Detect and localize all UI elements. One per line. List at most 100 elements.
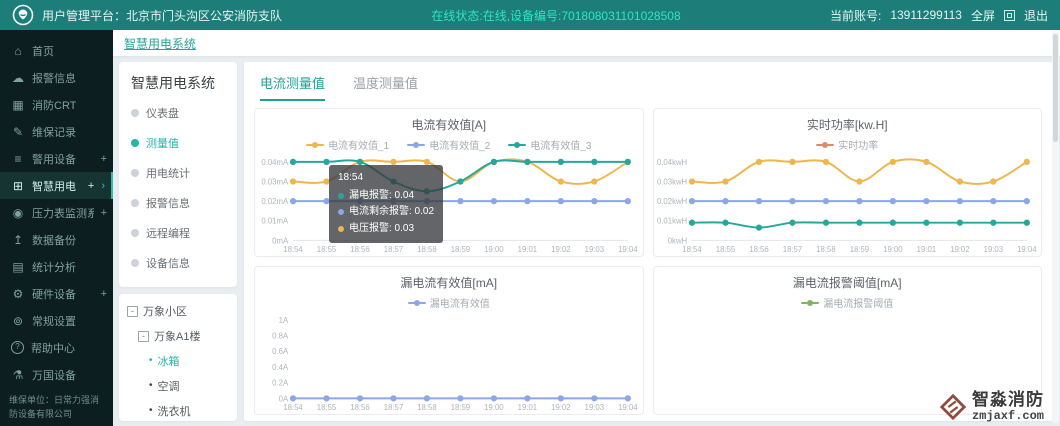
legend-label: 电流有效值_1 bbox=[328, 137, 389, 152]
tree-collapse-icon[interactable]: - bbox=[138, 331, 149, 342]
submenu-item-device-info[interactable]: 设备信息 bbox=[131, 255, 229, 271]
svg-text:18:55: 18:55 bbox=[317, 403, 337, 412]
radio-dot-icon bbox=[131, 199, 139, 207]
sidebar-item-label: 报警信息 bbox=[32, 70, 76, 86]
submenu-item-label: 报警信息 bbox=[146, 195, 190, 211]
bullet-icon: • bbox=[149, 356, 153, 366]
tree-node[interactable]: •冰箱 bbox=[125, 353, 231, 369]
fullscreen-icon[interactable] bbox=[1004, 10, 1015, 21]
svg-text:19:02: 19:02 bbox=[950, 245, 969, 254]
svg-text:0.02kwH: 0.02kwH bbox=[657, 197, 687, 206]
svg-text:18:55: 18:55 bbox=[715, 245, 735, 254]
sidebar-item-maintenance-records[interactable]: ✎维保记录 bbox=[0, 118, 113, 145]
tree-node[interactable]: •空调 bbox=[125, 378, 231, 394]
svg-text:19:03: 19:03 bbox=[585, 403, 604, 412]
sidebar-item-statistics[interactable]: ▤统计分析 bbox=[0, 253, 113, 280]
submenu-item-measurements[interactable]: 测量值 bbox=[131, 135, 229, 151]
sidebar-item-wanguo-devices[interactable]: ⚗ 万国设备 bbox=[0, 361, 113, 388]
tab-current[interactable]: 电流测量值 bbox=[260, 73, 325, 101]
svg-text:19:04: 19:04 bbox=[1017, 245, 1037, 254]
svg-text:18:54: 18:54 bbox=[283, 245, 303, 254]
sidebar-item-label: 万国设备 bbox=[32, 367, 76, 383]
module-menu-card: 智慧用电系统 仪表盘测量值用电统计报警信息远程编程设备信息 bbox=[119, 62, 237, 287]
chart-plot: 0mA0.01mA0.02mA0.03mA0.04mA18:5418:5518:… bbox=[258, 154, 640, 257]
bullet-icon: • bbox=[149, 406, 153, 416]
svg-text:18:57: 18:57 bbox=[384, 403, 403, 412]
legend-label: 实时功率 bbox=[838, 137, 878, 152]
legend-label: 漏电流报警阈值 bbox=[823, 295, 893, 310]
maintenance-record-icon: ✎ bbox=[11, 125, 25, 139]
smart-power-icon: ⊞ bbox=[11, 179, 25, 193]
svg-text:18:59: 18:59 bbox=[451, 245, 470, 254]
svg-text:0.01mA: 0.01mA bbox=[261, 217, 289, 226]
scrollbar-thumb[interactable] bbox=[1053, 34, 1058, 142]
submenu-item-power-stats[interactable]: 用电统计 bbox=[131, 165, 229, 181]
expand-plus-icon: + bbox=[88, 180, 94, 192]
tree-node[interactable]: -万象小区 bbox=[125, 303, 231, 319]
sidebar-item-home[interactable]: ⌂首页 bbox=[0, 37, 113, 64]
legend-marker-icon bbox=[801, 302, 819, 304]
sidebar-item-pressure-monitor[interactable]: ◉压力表监测系统+ bbox=[0, 199, 113, 226]
watermark-logo-icon bbox=[939, 393, 967, 421]
submenu-item-alarm-info[interactable]: 报警信息 bbox=[131, 195, 229, 211]
sidebar-item-alarm-info[interactable]: ☁ 报警信息 bbox=[0, 64, 113, 91]
legend-item[interactable]: 漏电流有效值 bbox=[408, 295, 490, 310]
svg-text:0kwH: 0kwH bbox=[667, 236, 686, 245]
legend-item[interactable]: 电流有效值_1 bbox=[306, 137, 389, 152]
svg-text:19:01: 19:01 bbox=[916, 245, 935, 254]
svg-text:19:04: 19:04 bbox=[618, 245, 638, 254]
submenu-item-remote-program[interactable]: 远程编程 bbox=[131, 225, 229, 241]
chart-title: 电流有效值[A] bbox=[258, 116, 640, 133]
breadcrumb[interactable]: 智慧用电系统 bbox=[124, 35, 196, 52]
main-panel: 电流测量值温度测量值 电流有效值[A] 电流有效值_1 电流有效值_2 电流有效值_3… bbox=[244, 62, 1052, 421]
bullet-icon: • bbox=[149, 381, 153, 391]
sidebar-item-label: 消防CRT bbox=[32, 97, 76, 113]
svg-text:0.04mA: 0.04mA bbox=[261, 158, 289, 167]
submenu-item-label: 用电统计 bbox=[146, 165, 190, 181]
sidebar-item-help-center[interactable]: ?帮助中心 bbox=[0, 334, 113, 361]
panel-title: 智慧用电系统 bbox=[131, 73, 229, 93]
statistics-doc-icon: ▤ bbox=[11, 260, 25, 274]
pressure-gauge-icon: ◉ bbox=[11, 206, 25, 220]
tree-node[interactable]: •洗衣机 bbox=[125, 403, 231, 419]
chart-card-2: 实时功率[kw.H]实时功率0kwH0.01kwH0.02kwH0.03kwH0… bbox=[653, 108, 1043, 257]
sidebar-item-data-backup[interactable]: ↥数据备份 bbox=[0, 226, 113, 253]
tab-temperature[interactable]: 温度测量值 bbox=[353, 73, 418, 101]
alarm-cloud-icon: ☁ bbox=[11, 71, 25, 85]
sidebar-item-label: 警用设备 bbox=[32, 151, 76, 167]
secondary-sidebar: 智慧用电系统 仪表盘测量值用电统计报警信息远程编程设备信息 -万象小区-万象A1… bbox=[119, 62, 237, 421]
chart-card-3: 漏电流有效值[mA]漏电流有效值0A0.2A0.4A0.6A0.8A1A18:5… bbox=[254, 266, 644, 415]
svg-text:19:00: 19:00 bbox=[484, 245, 504, 254]
vertical-scrollbar[interactable] bbox=[1052, 31, 1059, 423]
sidebar-item-label: 压力表监测系统 bbox=[32, 205, 94, 221]
chart-card-1: 电流有效值[A] 电流有效值_1 电流有效值_2 电流有效值_3 0mA 0.01mA 0.… bbox=[254, 108, 644, 257]
svg-text:18:58: 18:58 bbox=[816, 245, 835, 254]
tree-node-label: 万象A1楼 bbox=[154, 328, 200, 344]
legend-item[interactable]: 实时功率 bbox=[816, 137, 878, 152]
submenu-item-label: 测量值 bbox=[146, 135, 179, 151]
svg-text:18:58: 18:58 bbox=[417, 403, 436, 412]
sidebar-item-general-settings[interactable]: ⊚常规设置 bbox=[0, 307, 113, 334]
legend-item[interactable]: 电流有效值_2 bbox=[407, 137, 490, 152]
legend-label: 电流有效值_3 bbox=[530, 137, 591, 152]
legend-item[interactable]: 电流有效值_3 bbox=[508, 137, 591, 152]
legend-label: 电流有效值_2 bbox=[429, 137, 490, 152]
fullscreen-button[interactable]: 全屏 bbox=[971, 7, 995, 24]
sidebar-item-label: 硬件设备 bbox=[32, 286, 76, 302]
sidebar-item-police-devices[interactable]: ≡警用设备+ bbox=[0, 145, 113, 172]
svg-text:19:02: 19:02 bbox=[551, 403, 570, 412]
svg-text:0mA: 0mA bbox=[272, 236, 289, 245]
flask-icon: ⚗ bbox=[11, 368, 25, 382]
sidebar-item-label: 帮助中心 bbox=[31, 340, 75, 356]
submenu-item-dashboard[interactable]: 仪表盘 bbox=[131, 105, 229, 121]
sidebar-item-smart-power[interactable]: ⊞智慧用电+› bbox=[0, 172, 113, 199]
svg-text:18:56: 18:56 bbox=[749, 245, 768, 254]
chart-legend: 实时功率 bbox=[657, 137, 1039, 152]
tree-collapse-icon[interactable]: - bbox=[127, 306, 138, 317]
legend-item[interactable]: 漏电流报警阈值 bbox=[801, 295, 893, 310]
tree-node[interactable]: -万象A1楼 bbox=[125, 328, 231, 344]
sidebar-item-hardware-devices[interactable]: ⚙硬件设备+ bbox=[0, 280, 113, 307]
logout-button[interactable]: 退出 bbox=[1024, 7, 1048, 24]
measurement-tabs: 电流测量值温度测量值 bbox=[254, 71, 1042, 101]
sidebar-item-fire-crt[interactable]: ▦消防CRT bbox=[0, 91, 113, 118]
